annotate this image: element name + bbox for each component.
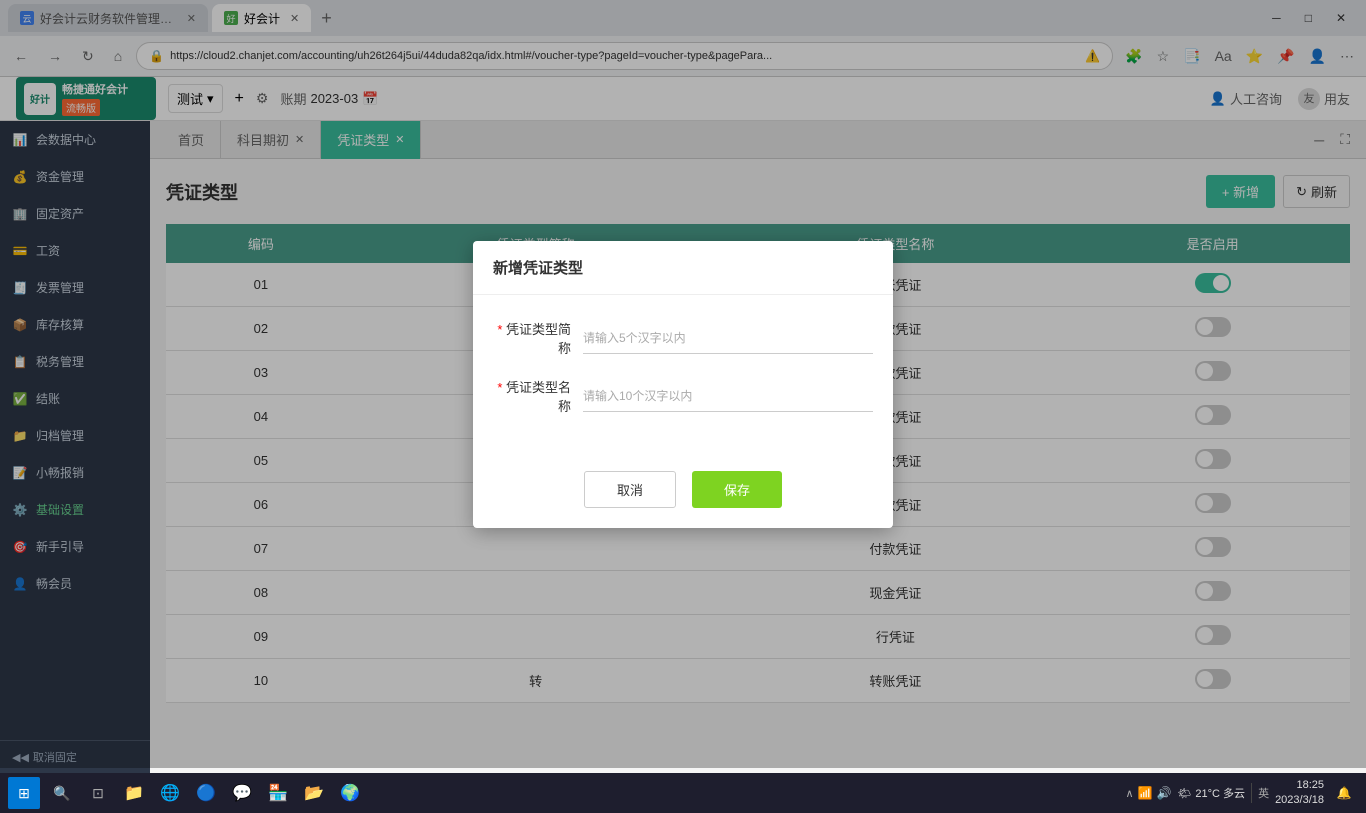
taskbar-sep	[1251, 783, 1252, 803]
modal-header: 新增凭证类型	[473, 241, 893, 295]
name-label: 凭证类型名称	[493, 377, 583, 415]
abbr-input[interactable]	[583, 322, 873, 354]
taskbar-wechat[interactable]: 💬	[228, 779, 256, 807]
taskbar-search[interactable]: 🔍	[48, 779, 76, 807]
taskbar-files[interactable]: 📂	[300, 779, 328, 807]
modal-footer: 取消 保存	[473, 459, 893, 528]
tray-up-arrow[interactable]: ∧	[1125, 787, 1133, 800]
modal-add-voucher-type: 新增凭证类型 凭证类型简称 凭证类型名称 取消 保存	[473, 241, 893, 528]
lang-indicator: 英	[1258, 785, 1269, 801]
taskbar-time: 18:25	[1275, 778, 1324, 793]
modal-overlay: 新增凭证类型 凭证类型简称 凭证类型名称 取消 保存	[0, 0, 1366, 768]
tray-volume[interactable]: 🔊	[1157, 786, 1172, 800]
modal-title: 新增凭证类型	[493, 260, 583, 277]
modal-body: 凭证类型简称 凭证类型名称	[473, 295, 893, 459]
taskbar-chrome[interactable]: 🌐	[156, 779, 184, 807]
taskbar-right: ∧ 📶 🔊 🌤 21°C 多云 英 18:25 2023/3/18 🔔	[1125, 778, 1358, 809]
taskbar-clock[interactable]: 18:25 2023/3/18	[1275, 778, 1324, 809]
taskbar-weather: 🌤 21°C 多云	[1177, 785, 1245, 801]
taskbar-tray: ∧ 📶 🔊	[1125, 786, 1171, 800]
taskbar-taskview[interactable]: ⊡	[84, 779, 112, 807]
taskbar-browser2[interactable]: 🌍	[336, 779, 364, 807]
taskbar: ⊞ 🔍 ⊡ 📁 🌐 🔵 💬 🏪 📂 🌍 ∧ 📶 🔊 🌤 21°C 多云	[0, 773, 1366, 813]
name-input[interactable]	[583, 380, 873, 412]
weather-text: 21°C 多云	[1195, 785, 1245, 801]
weather-icon: 🌤	[1177, 787, 1191, 800]
taskbar-notification[interactable]: 🔔	[1330, 779, 1358, 807]
save-button[interactable]: 保存	[692, 471, 782, 508]
abbr-label: 凭证类型简称	[493, 319, 583, 357]
taskbar-edge[interactable]: 🔵	[192, 779, 220, 807]
taskbar-explorer[interactable]: 📁	[120, 779, 148, 807]
cancel-button[interactable]: 取消	[584, 471, 676, 508]
taskbar-date: 2023/3/18	[1275, 793, 1324, 808]
form-row-abbr: 凭证类型简称	[493, 319, 873, 357]
tray-network[interactable]: 📶	[1138, 786, 1153, 800]
start-button[interactable]: ⊞	[8, 777, 40, 809]
form-row-name: 凭证类型名称	[493, 377, 873, 415]
taskbar-store[interactable]: 🏪	[264, 779, 292, 807]
